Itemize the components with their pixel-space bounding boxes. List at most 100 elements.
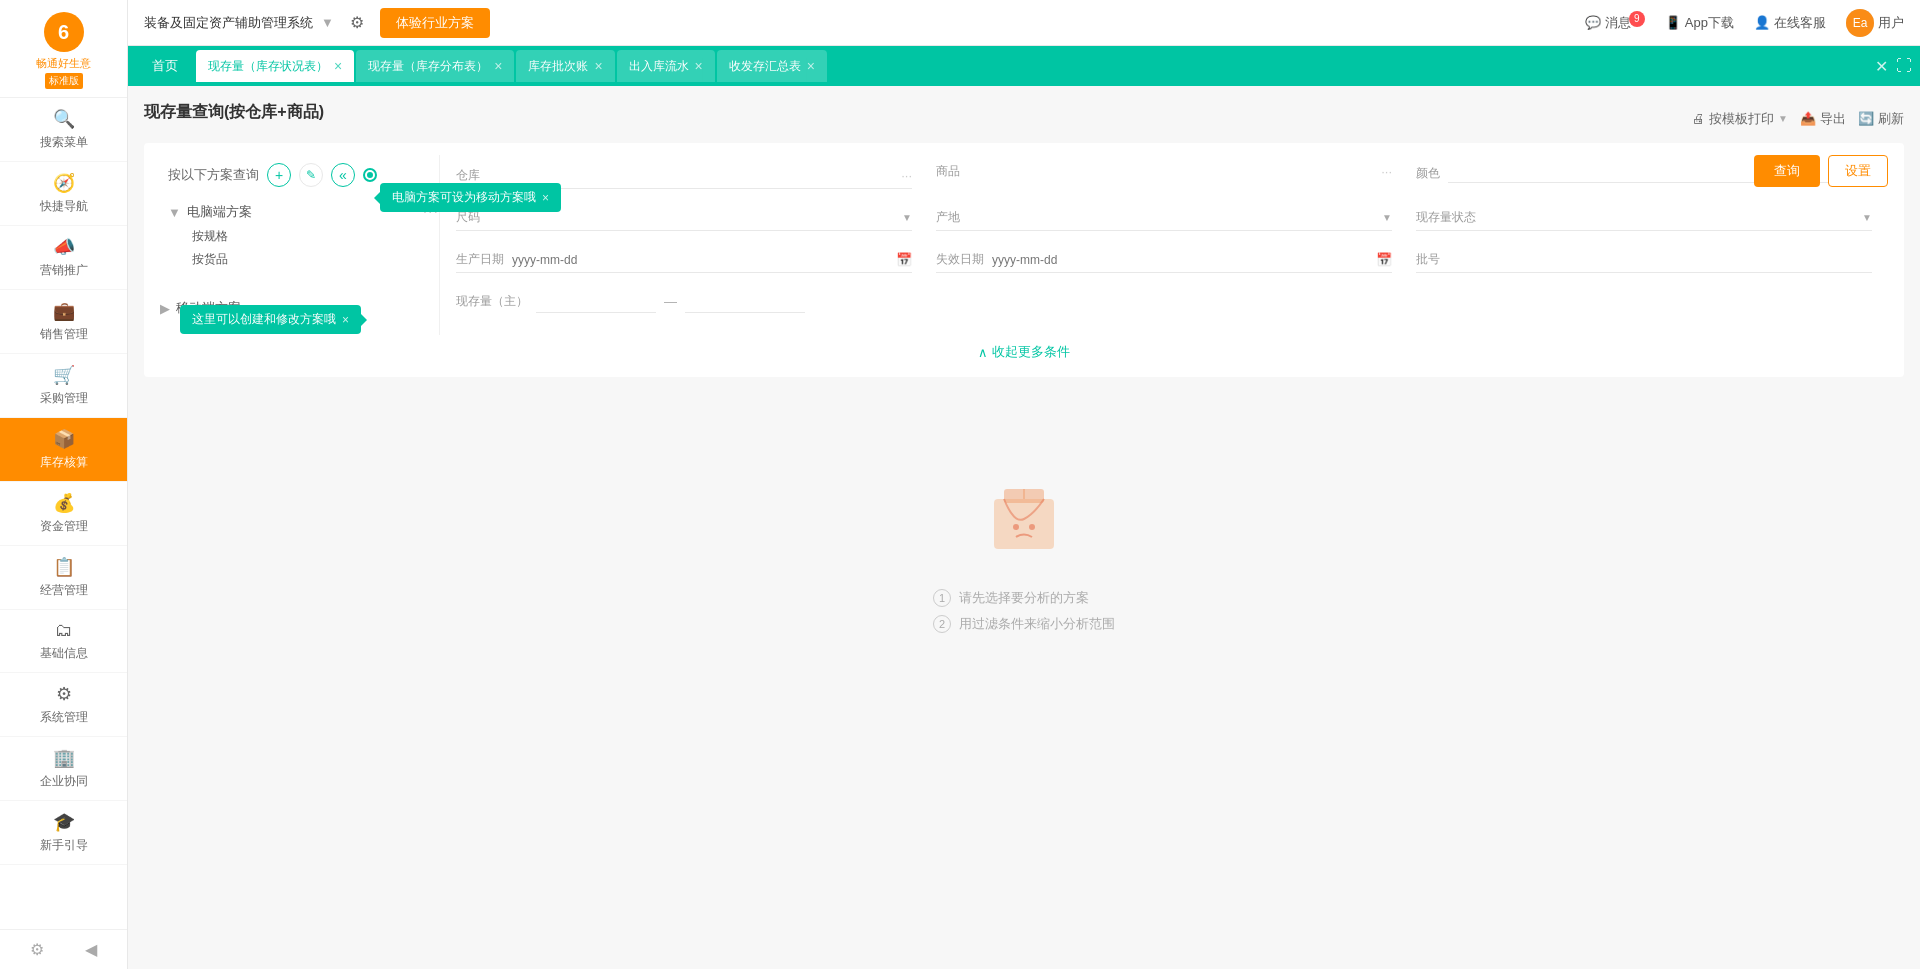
prod-date-label: 生产日期 [456, 251, 504, 268]
sidebar-item-sales[interactable]: 💼销售管理 [0, 290, 127, 354]
tab-close-receivable[interactable]: × [807, 59, 815, 73]
tab-close-inventory-dist[interactable]: × [494, 59, 502, 73]
query-btn[interactable]: 查询 [1754, 155, 1820, 187]
print-dropdown-arrow: ▼ [1778, 113, 1788, 124]
sidebar-icon-marketing: 📣 [53, 236, 75, 258]
tab-expand-icon[interactable]: ⛶ [1896, 57, 1912, 76]
topbar-app-download[interactable]: 📱 App下载 [1665, 14, 1734, 32]
tooltip-1-close-btn[interactable]: × [542, 191, 549, 205]
filter-row-3: 生产日期 📅 失效日期 📅 [456, 247, 1872, 273]
tab-home[interactable]: 首页 [136, 46, 194, 86]
print-btn[interactable]: 🖨 按模板打印 ▼ [1692, 110, 1788, 128]
sidebar-item-enterprise[interactable]: 🏢 企业协同 [0, 737, 127, 801]
step-num-1: 1 [933, 589, 951, 607]
empty-state: 1 请先选择要分析的方案 2 用过滤条件来缩小分析范围 [144, 389, 1904, 701]
logo-icon: 6 [44, 12, 84, 52]
industry-btn[interactable]: 体验行业方案 [380, 8, 490, 38]
system-dropdown-arrow[interactable]: ▼ [321, 15, 334, 30]
sidebar-label-quicknav: 快捷导航 [40, 198, 88, 215]
sidebar-item-guide[interactable]: 🎓新手引导 [0, 801, 127, 865]
exp-date-cal-icon[interactable]: 📅 [1376, 252, 1392, 267]
sidebar-label-enterprise: 企业协同 [40, 773, 88, 790]
tab-receivable[interactable]: 收发存汇总表× [717, 50, 827, 82]
tab-label-inventory-status: 现存量（库存状况表） [208, 58, 328, 75]
settings-btn[interactable]: 设置 [1828, 155, 1888, 187]
sidebar-icon-quicknav: 🧭 [53, 172, 75, 194]
refresh-icon: 🔄 [1858, 111, 1874, 126]
tab-inout[interactable]: 出入库流水× [617, 50, 715, 82]
topbar-user[interactable]: Ea 用户 [1846, 9, 1904, 37]
tab-label-batch: 库存批次账 [528, 58, 588, 75]
prod-date-cal-icon[interactable]: 📅 [896, 252, 912, 267]
logo-text: 畅通好生意 [36, 56, 91, 71]
size-arrow[interactable]: ▼ [902, 212, 912, 223]
filter-action-buttons: 查询 设置 [1754, 155, 1888, 187]
tab-close-inout[interactable]: × [695, 59, 703, 73]
tab-inventory-status[interactable]: 现存量（库存状况表） × [196, 50, 354, 82]
system-name-area: 装备及固定资产辅助管理系统 ▼ [144, 14, 334, 32]
tabbar-actions: ✕ ⛶ [1875, 57, 1912, 76]
filter-row-4: 现存量（主） — [456, 289, 1872, 313]
batch-no-input[interactable] [1448, 252, 1872, 267]
topbar-gear-icon[interactable]: ⚙ [350, 13, 364, 32]
sidebar-icon-enterprise: 🏢 [53, 747, 75, 769]
sidebar-icon-system: ⚙ [56, 683, 72, 705]
stock-status-arrow[interactable]: ▼ [1862, 212, 1872, 223]
collapse-btn[interactable]: ∧ 收起更多条件 [978, 343, 1070, 361]
topbar-online-support[interactable]: 👤 在线客服 [1754, 14, 1826, 32]
sidebar-label-guide: 新手引导 [40, 837, 88, 854]
filter-field-exp-date: 失效日期 📅 [936, 247, 1392, 273]
sidebar-item-system[interactable]: ⚙系统管理 [0, 673, 127, 737]
tab-batch[interactable]: 库存批次账 × [516, 50, 614, 82]
sidebar-item-marketing[interactable]: 📣营销推广 [0, 226, 127, 290]
message-icon: 💬 [1585, 15, 1601, 30]
page-actions: 🖨 按模板打印 ▼ 📤 导出 🔄 刷新 [1692, 110, 1904, 128]
back-btn[interactable]: « [331, 163, 355, 187]
tab-close-batch[interactable]: × [594, 59, 602, 73]
edit-scheme-btn[interactable]: ✎ [299, 163, 323, 187]
sidebar-item-finance[interactable]: 💰资金管理 [0, 482, 127, 546]
refresh-btn[interactable]: 🔄 刷新 [1858, 110, 1904, 128]
scheme-arrow-mobile: ▶ [160, 301, 170, 316]
topbar-message[interactable]: 💬 消息 9 [1585, 14, 1645, 32]
sidebar-label-inventory: 库存核算 [40, 454, 88, 471]
sidebar-label-basic: 基础信息 [40, 645, 88, 662]
sidebar-item-search[interactable]: 🔍搜索菜单 [0, 98, 127, 162]
tab-close-all-icon[interactable]: ✕ [1875, 57, 1888, 76]
filter-panel: 按以下方案查询 + ✎ « 电脑方案可设为移动方案哦 × [144, 143, 1904, 377]
origin-arrow[interactable]: ▼ [1382, 212, 1392, 223]
sidebar-item-inventory[interactable]: 📦 库存核算 [0, 418, 127, 482]
tooltip-2-close-btn[interactable]: × [342, 313, 349, 327]
filter-row-2: 尺码 ▼ 产地 ▼ [456, 205, 1872, 231]
sidebar-icon-search: 🔍 [53, 108, 75, 130]
sidebar-item-purchase[interactable]: 🛒采购管理 [0, 354, 127, 418]
system-name-text: 装备及固定资产辅助管理系统 [144, 14, 313, 32]
page-title: 现存量查询(按仓库+商品) [144, 102, 324, 123]
add-scheme-btn[interactable]: + [267, 163, 291, 187]
sidebar-item-basic[interactable]: 🗂 基础信息 [0, 610, 127, 673]
export-icon: 📤 [1800, 111, 1816, 126]
tab-close-inventory-status[interactable]: × [334, 59, 342, 73]
svg-point-4 [1029, 524, 1035, 530]
scheme-subitem-size[interactable]: 按规格 [168, 225, 439, 248]
batch-no-label: 批号 [1416, 251, 1440, 268]
topbar-right: 💬 消息 9 📱 App下载 👤 在线客服 Ea 用户 [1585, 9, 1904, 37]
sidebar-collapse-icon[interactable]: ◀ [85, 940, 97, 959]
sidebar-logo: 6 畅通好生意 标准版 [0, 0, 127, 98]
sidebar-label-purchase: 采购管理 [40, 390, 88, 407]
scheme-subitem-goods[interactable]: 按货品 [168, 248, 439, 271]
prod-date-input[interactable] [512, 253, 892, 267]
app-icon: 📱 [1665, 15, 1681, 30]
export-btn[interactable]: 📤 导出 [1800, 110, 1846, 128]
sidebar-item-quicknav[interactable]: 🧭 快捷导航 [0, 162, 127, 226]
tab-inventory-dist[interactable]: 现存量（库存分布表）× [356, 50, 514, 82]
stock-qty-to-input[interactable] [685, 289, 805, 313]
sidebar-icon-inventory: 📦 [53, 428, 75, 450]
stock-qty-from-input[interactable] [536, 289, 656, 313]
exp-date-input[interactable] [992, 253, 1372, 267]
sidebar-item-operations[interactable]: 📋经营管理 [0, 546, 127, 610]
logo-tag: 标准版 [45, 73, 83, 89]
empty-step-1: 1 请先选择要分析的方案 [933, 589, 1115, 607]
sidebar-settings-icon[interactable]: ⚙ [30, 940, 44, 959]
sidebar-icon-basic: 🗂 [55, 620, 73, 641]
